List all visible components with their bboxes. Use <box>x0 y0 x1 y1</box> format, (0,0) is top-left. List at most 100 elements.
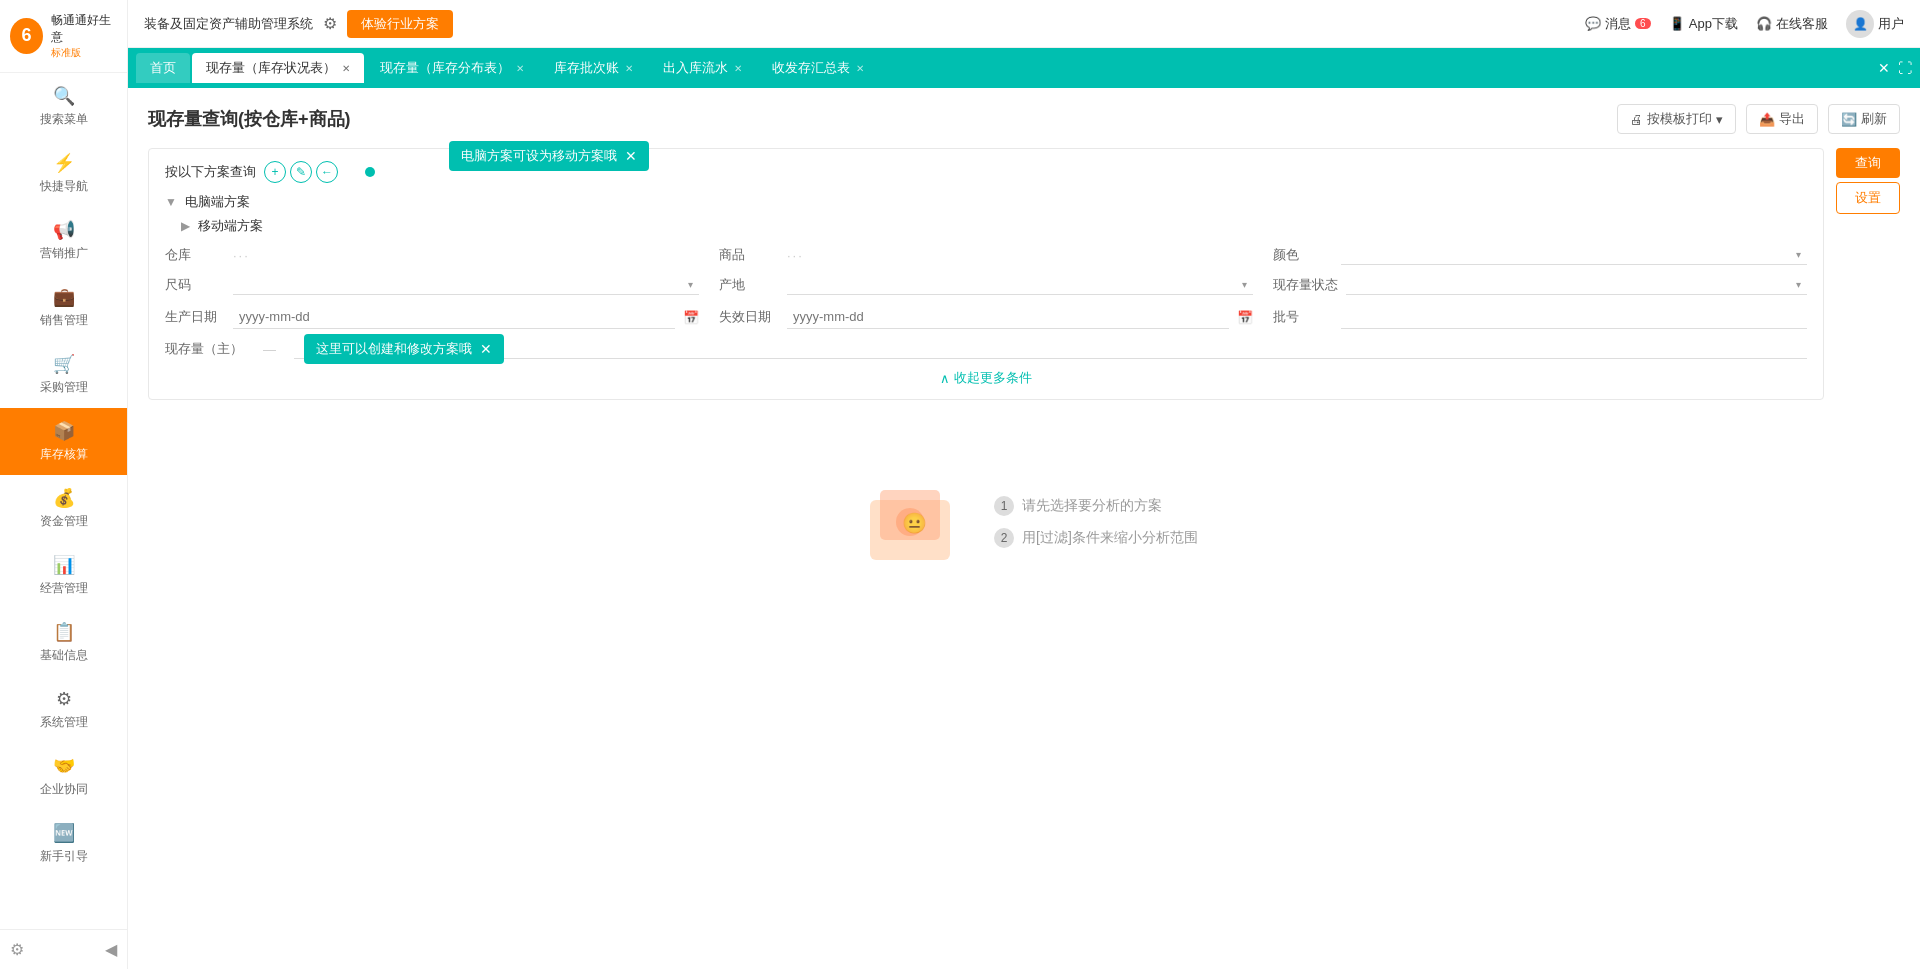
batch-input[interactable] <box>1341 305 1807 329</box>
export-button[interactable]: 📤 导出 <box>1746 104 1818 134</box>
sidebar-item-marketing[interactable]: 📢 营销推广 <box>0 207 127 274</box>
message-label: 消息 <box>1605 15 1631 33</box>
support-icon: 🎧 <box>1756 16 1772 31</box>
sidebar-item-search[interactable]: 🔍 搜索菜单 <box>0 73 127 140</box>
empty-step-1: 1 请先选择要分析的方案 <box>994 496 1198 516</box>
trial-button[interactable]: 体验行业方案 <box>347 10 453 38</box>
plan-desktop-name: 电脑端方案 <box>185 193 250 211</box>
sidebar-item-enterprise[interactable]: 🤝 企业协同 <box>0 743 127 810</box>
filter-label-row: 按以下方案查询 + ✎ ← <box>165 161 1807 183</box>
print-button[interactable]: 🖨 按模板打印 ▾ <box>1617 104 1736 134</box>
exp-date-label: 失效日期 <box>719 308 779 326</box>
collapse-sidebar-icon[interactable]: ◀ <box>105 940 117 959</box>
sidebar-item-purchase[interactable]: 🛒 采购管理 <box>0 341 127 408</box>
sidebar-item-operation[interactable]: 📊 经营管理 <box>0 542 127 609</box>
size-select[interactable]: ▾ <box>233 275 699 295</box>
operation-icon: 📊 <box>53 554 75 576</box>
warehouse-dots[interactable]: ··· <box>233 248 250 263</box>
arrow-left-icon[interactable]: ← <box>316 161 338 183</box>
support-label: 在线客服 <box>1776 15 1828 33</box>
sidebar-item-system[interactable]: ⚙ 系统管理 <box>0 676 127 743</box>
exp-date-calendar-icon[interactable]: 📅 <box>1237 310 1253 325</box>
filter-label: 按以下方案查询 <box>165 163 256 181</box>
user-item[interactable]: 👤 用户 <box>1846 10 1904 38</box>
sales-icon: 💼 <box>53 286 75 308</box>
stock-status-select[interactable]: ▾ <box>1346 275 1807 295</box>
filter-batch: 批号 <box>1273 305 1807 329</box>
message-item[interactable]: 💬 消息 6 <box>1585 15 1651 33</box>
filter-actions: + ✎ ← <box>264 161 338 183</box>
filter-mfg-date: 生产日期 📅 <box>165 305 699 329</box>
sidebar-item-label: 系统管理 <box>40 714 88 731</box>
origin-select[interactable]: ▾ <box>787 275 1253 295</box>
filter-section: 电脑方案可设为移动方案哦 ✕ 这里可以创建和修改方案哦 ✕ 按以下方案查询 + … <box>148 148 1824 400</box>
app-download-item[interactable]: 📱 App下载 <box>1669 15 1738 33</box>
goods-dots[interactable]: ··· <box>787 248 804 263</box>
page-content: 现存量查询(按仓库+商品) 🖨 按模板打印 ▾ 📤 导出 🔄 刷新 <box>128 88 1920 969</box>
tab-inventory-dist-close[interactable]: ✕ <box>516 63 524 74</box>
sidebar-nav: 🔍 搜索菜单 ⚡ 快捷导航 📢 营销推广 💼 销售管理 🛒 采购管理 📦 库存核… <box>0 73 127 929</box>
filter-origin: 产地 ▾ <box>719 275 1253 295</box>
sidebar-item-finance[interactable]: 💰 资金管理 <box>0 475 127 542</box>
sidebar-item-label: 基础信息 <box>40 647 88 664</box>
plan-expand-icon: ▶ <box>181 219 190 233</box>
add-plan-icon[interactable]: + <box>264 161 286 183</box>
empty-text: 1 请先选择要分析的方案 2 用[过滤]条件来缩小分析范围 <box>994 496 1198 548</box>
refresh-button[interactable]: 🔄 刷新 <box>1828 104 1900 134</box>
edit-plan-icon[interactable]: ✎ <box>290 161 312 183</box>
filter-color: 颜色 ▾ <box>1273 245 1807 265</box>
sidebar-item-inventory[interactable]: 📦 库存核算 <box>0 408 127 475</box>
svg-text:😐: 😐 <box>902 511 927 535</box>
mfg-date-input[interactable] <box>233 305 675 329</box>
tab-flow-close[interactable]: ✕ <box>734 63 742 74</box>
stock-main-label: 现存量（主） <box>165 340 245 358</box>
size-label: 尺码 <box>165 276 225 294</box>
tab-close-all-icon[interactable]: ✕ <box>1878 60 1890 76</box>
tab-inventory-status-close[interactable]: ✕ <box>342 63 350 74</box>
sidebar-item-label: 搜索菜单 <box>40 111 88 128</box>
print-icon: 🖨 <box>1630 112 1643 127</box>
page-title-bar: 现存量查询(按仓库+商品) 🖨 按模板打印 ▾ 📤 导出 🔄 刷新 <box>148 104 1900 134</box>
tab-flow[interactable]: 出入库流水 ✕ <box>649 53 756 83</box>
gear-icon[interactable]: ⚙ <box>323 14 337 33</box>
tooltip-close-1[interactable]: ✕ <box>625 148 637 164</box>
tab-batch-close[interactable]: ✕ <box>625 63 633 74</box>
tab-home[interactable]: 首页 <box>136 53 190 83</box>
color-select[interactable]: ▾ <box>1341 245 1807 265</box>
filter-goods: 商品 ··· <box>719 245 1253 265</box>
set-button[interactable]: 设置 <box>1836 182 1900 214</box>
tooltip-create-text: 这里可以创建和修改方案哦 <box>316 340 472 358</box>
basic-icon: 📋 <box>53 621 75 643</box>
tab-summary-close[interactable]: ✕ <box>856 63 864 74</box>
plan-desktop-row[interactable]: ▼ 电脑端方案 <box>165 193 1807 211</box>
tab-inventory-status[interactable]: 现存量（库存状况表） ✕ <box>192 53 364 83</box>
tab-summary[interactable]: 收发存汇总表 ✕ <box>758 53 878 83</box>
stock-status-label: 现存量状态 <box>1273 276 1338 294</box>
mfg-date-calendar-icon[interactable]: 📅 <box>683 310 699 325</box>
settings-icon[interactable]: ⚙ <box>10 940 24 959</box>
sidebar-item-guide[interactable]: 🆕 新手引导 <box>0 810 127 877</box>
plan-collapse-icon: ▼ <box>165 195 177 209</box>
sidebar-item-sales[interactable]: 💼 销售管理 <box>0 274 127 341</box>
tab-batch[interactable]: 库存批次账 ✕ <box>540 53 647 83</box>
exp-date-input[interactable] <box>787 305 1229 329</box>
sidebar-item-basic[interactable]: 📋 基础信息 <box>0 609 127 676</box>
plan-mobile-row[interactable]: ▶ 移动端方案 <box>181 217 1807 235</box>
filter-warehouse: 仓库 ··· <box>165 245 699 265</box>
tab-expand-icon[interactable]: ⛶ <box>1898 60 1912 76</box>
step-num-2: 2 <box>994 528 1014 548</box>
sidebar-item-label: 企业协同 <box>40 781 88 798</box>
sidebar-item-quick[interactable]: ⚡ 快捷导航 <box>0 140 127 207</box>
tooltip-close-2[interactable]: ✕ <box>480 341 492 357</box>
chevron-down-icon: ▾ <box>1796 249 1801 260</box>
sidebar-item-label: 快捷导航 <box>40 178 88 195</box>
support-item[interactable]: 🎧 在线客服 <box>1756 15 1828 33</box>
filter-grid: 仓库 ··· 商品 ··· 颜色 ▾ <box>165 245 1807 329</box>
collapse-button[interactable]: ∧ 收起更多条件 <box>940 369 1032 387</box>
avatar: 👤 <box>1846 10 1874 38</box>
tab-inventory-dist[interactable]: 现存量（库存分布表） ✕ <box>366 53 538 83</box>
batch-label: 批号 <box>1273 308 1333 326</box>
search-button[interactable]: 查询 <box>1836 148 1900 178</box>
logo-icon: 6 <box>10 18 43 54</box>
tooltip-desktop: 电脑方案可设为移动方案哦 ✕ <box>449 141 649 171</box>
